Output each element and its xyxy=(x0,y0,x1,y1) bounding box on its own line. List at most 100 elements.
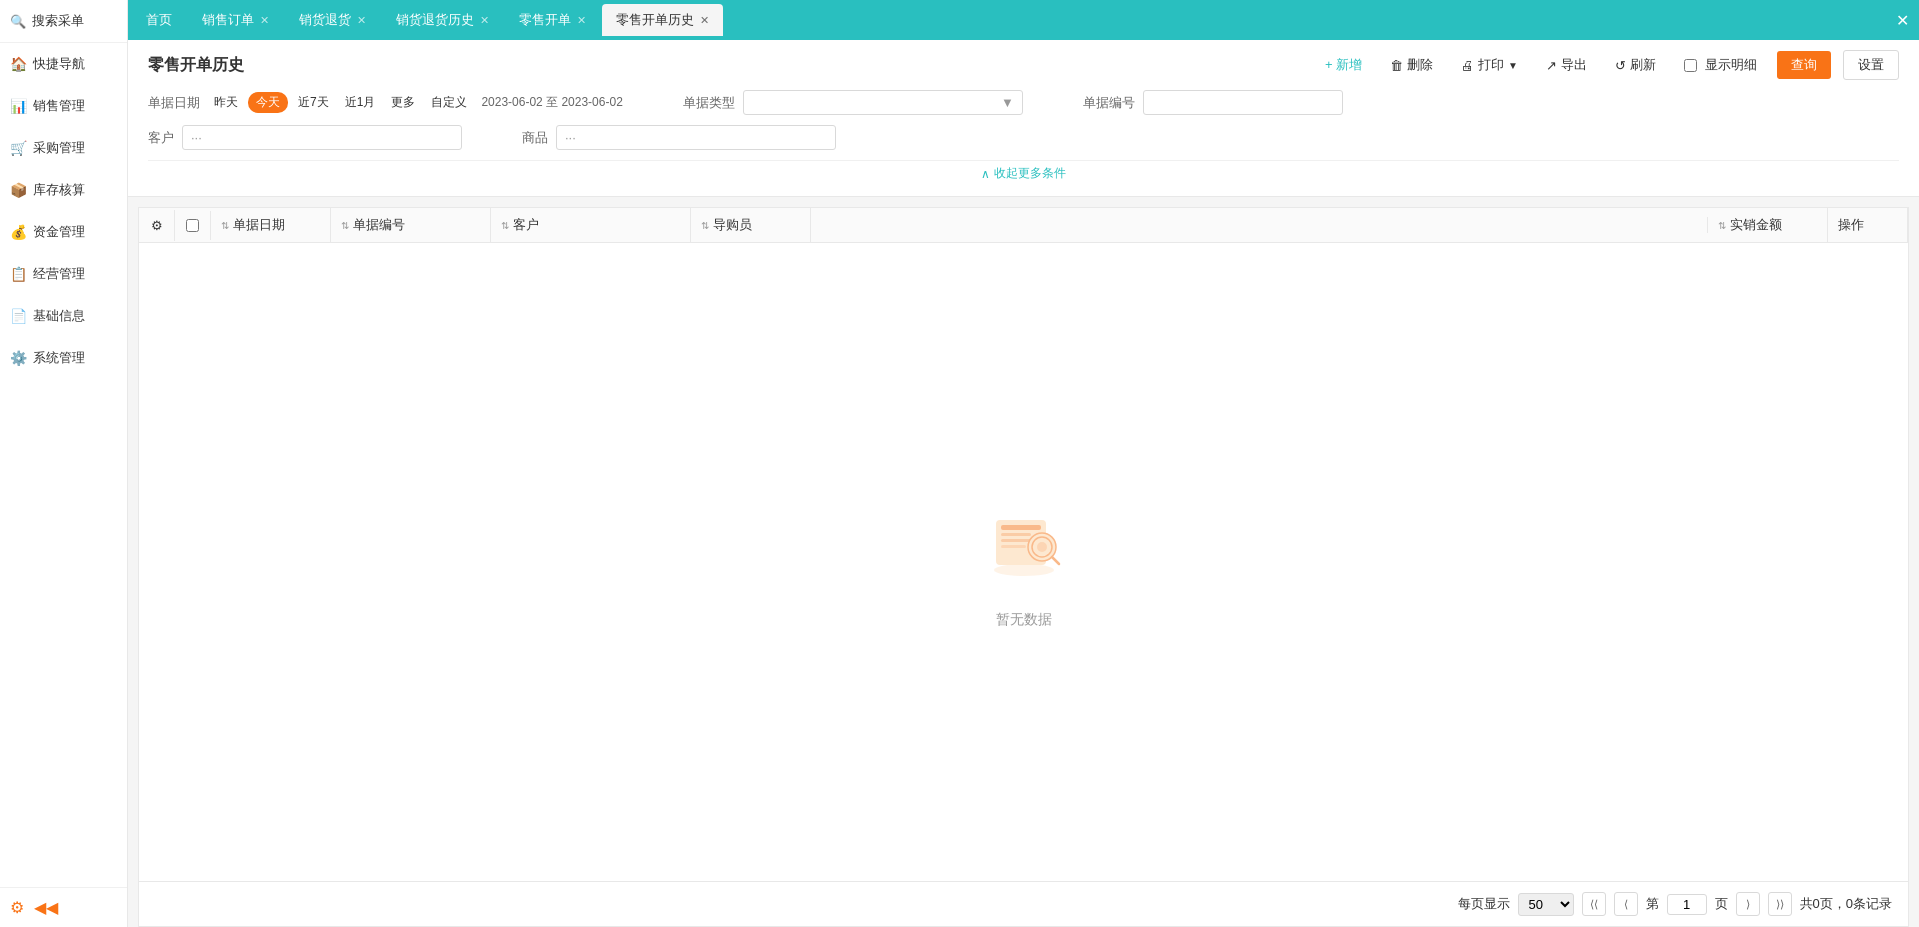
prev-page-btn[interactable]: ⟨ xyxy=(1614,892,1638,916)
sidebar-item-ops-mgmt[interactable]: 📋经营管理 xyxy=(0,253,127,295)
collapse-button[interactable]: ∧ 收起更多条件 xyxy=(981,165,1066,182)
export-button[interactable]: ↗ 导出 xyxy=(1538,52,1595,78)
next-page-btn[interactable]: ⟩ xyxy=(1736,892,1760,916)
collapse-sidebar-icon[interactable]: ◀◀ xyxy=(34,898,58,917)
add-button[interactable]: + 新增 xyxy=(1317,52,1370,78)
sidebar-item-sales-mgmt[interactable]: 📊 销售管理 xyxy=(0,85,127,127)
customer-filter-group: 客户 ··· xyxy=(148,125,462,150)
date-btn-4[interactable]: 更多 xyxy=(385,92,421,113)
query-button[interactable]: 查询 xyxy=(1777,51,1831,79)
sidebar-search[interactable]: 🔍 搜索采单 xyxy=(0,0,127,43)
tab-home[interactable]: 首页 xyxy=(132,4,186,36)
sort-customer-icon[interactable]: ⇅ xyxy=(501,220,509,231)
tab-label-retail-open: 零售开单 xyxy=(519,11,571,29)
customer-label: 客户 xyxy=(148,129,174,147)
main-area: 首页销售订单✕销货退货✕销货退货历史✕零售开单✕零售开单历史✕ ✕ 零售开单历史… xyxy=(128,0,1919,927)
settings-button[interactable]: 设置 xyxy=(1843,50,1899,80)
goods-select[interactable]: ··· xyxy=(556,125,836,150)
per-page-select[interactable]: 50 100 200 xyxy=(1518,893,1574,916)
doc-num-filter-group: 单据编号 xyxy=(1083,90,1343,115)
sidebar-icon-base-info: 📄 xyxy=(10,308,27,324)
svg-rect-2 xyxy=(1001,525,1041,530)
date-btn-3[interactable]: 近1月 xyxy=(339,92,382,113)
tab-label-sales-return-history: 销货退货历史 xyxy=(396,11,474,29)
th-num: ⇅ 单据编号 xyxy=(331,208,491,242)
date-quick-btns: 昨天今天近7天近1月更多自定义 xyxy=(208,92,473,113)
page-num-input[interactable] xyxy=(1667,894,1707,915)
date-btn-1[interactable]: 今天 xyxy=(248,92,288,113)
sidebar-label-ops-mgmt: 经营管理 xyxy=(33,265,85,283)
sidebar-item-quick-nav[interactable]: 🏠快捷导航 xyxy=(0,43,127,85)
doc-type-label: 单据类型 xyxy=(683,94,735,112)
date-range-display: 2023-06-02 至 2023-06-02 xyxy=(481,94,622,111)
display-detail-checkbox[interactable]: 显示明细 xyxy=(1676,52,1765,78)
empty-state: 暂无数据 xyxy=(139,243,1908,881)
doc-num-input[interactable] xyxy=(1143,90,1343,115)
search-icon: 🔍 xyxy=(10,14,26,29)
sidebar-item-purchase-mgmt[interactable]: 🛒采购管理 xyxy=(0,127,127,169)
page-unit: 页 xyxy=(1715,895,1728,913)
sort-date-icon[interactable]: ⇅ xyxy=(221,220,229,231)
delete-button[interactable]: 🗑 删除 xyxy=(1382,52,1441,78)
sidebar-icon-quick-nav: 🏠 xyxy=(10,56,27,72)
tab-close-sales-return[interactable]: ✕ xyxy=(357,14,366,27)
sidebar-item-sys-mgmt[interactable]: ⚙️系统管理 xyxy=(0,337,127,379)
sidebar-icon-sales-mgmt: 📊 xyxy=(10,98,27,114)
th-action-label: 操作 xyxy=(1838,216,1864,234)
page-label: 第 xyxy=(1646,895,1659,913)
th-checkbox[interactable] xyxy=(175,211,211,240)
tab-retail-open-history[interactable]: 零售开单历史✕ xyxy=(602,4,723,36)
tab-label-home: 首页 xyxy=(146,11,172,29)
doc-type-select[interactable]: ▼ xyxy=(743,90,1023,115)
tab-close-sales-order[interactable]: ✕ xyxy=(260,14,269,27)
last-page-btn[interactable]: ⟩⟩ xyxy=(1768,892,1792,916)
sidebar-item-inventory[interactable]: 📦 库存核算 xyxy=(0,169,127,211)
sidebar: 🔍 搜索采单 🏠快捷导航 📊 销售管理 🛒采购管理 📦 库存核算 💰 资金管理 📋经营管理📄基础… xyxy=(0,0,128,927)
tab-close-sales-return-history[interactable]: ✕ xyxy=(480,14,489,27)
tab-retail-open[interactable]: 零售开单 ✕ xyxy=(505,4,600,36)
date-filter-label: 单据日期 xyxy=(148,94,200,112)
tab-label-sales-order: 销售订单 xyxy=(202,11,254,29)
tab-close-retail-open-history[interactable]: ✕ xyxy=(700,14,709,27)
tab-bar: 首页销售订单✕销货退货✕销货退货历史✕零售开单✕零售开单历史✕ ✕ xyxy=(128,0,1919,40)
th-customer: ⇅ 客户 xyxy=(491,208,691,242)
doc-num-label: 单据编号 xyxy=(1083,94,1135,112)
date-btn-2[interactable]: 近7天 xyxy=(292,92,335,113)
select-all-checkbox[interactable] xyxy=(186,219,199,232)
content-area: 零售开单历史 + 新增 🗑 删除 🖨 打印 ▼ ↗ 导出 xyxy=(128,40,1919,927)
settings-bottom-icon[interactable]: ⚙ xyxy=(10,898,24,917)
sidebar-icon-inventory: 📦 xyxy=(10,182,27,198)
svg-rect-5 xyxy=(1001,545,1026,548)
first-page-btn[interactable]: ⟨⟨ xyxy=(1582,892,1606,916)
th-date: ⇅ 单据日期 xyxy=(211,208,331,242)
doc-type-dropdown-icon: ▼ xyxy=(1001,95,1014,110)
tab-sales-order[interactable]: 销售订单 ✕ xyxy=(188,4,283,36)
date-btn-0[interactable]: 昨天 xyxy=(208,92,244,113)
display-detail-check[interactable] xyxy=(1684,59,1697,72)
sidebar-label-finance: 资金管理 xyxy=(33,223,85,241)
sort-guide-icon[interactable]: ⇅ xyxy=(701,220,709,231)
table-header: ⚙ ⇅ 单据日期 ⇅ 单据编号 ⇅ 客户 ⇅ xyxy=(139,208,1908,243)
tab-sales-return-history[interactable]: 销货退货历史 ✕ xyxy=(382,4,503,36)
sidebar-label-sales-mgmt: 销售管理 xyxy=(33,97,85,115)
sidebar-item-finance[interactable]: 💰 资金管理 xyxy=(0,211,127,253)
sidebar-search-label: 搜索采单 xyxy=(32,12,84,30)
th-guide: ⇅ 导购员 xyxy=(691,208,811,242)
close-all-tabs-icon[interactable]: ✕ xyxy=(1896,11,1909,30)
sidebar-label-inventory: 库存核算 xyxy=(33,181,85,199)
date-btn-5[interactable]: 自定义 xyxy=(425,92,473,113)
sort-amount-icon[interactable]: ⇅ xyxy=(1718,220,1726,231)
svg-point-0 xyxy=(994,564,1054,576)
sidebar-icon-finance: 💰 xyxy=(10,224,27,240)
th-amount-label: 实销金额 xyxy=(1730,216,1782,234)
refresh-button[interactable]: ↺ 刷新 xyxy=(1607,52,1664,78)
svg-rect-3 xyxy=(1001,533,1031,536)
tab-close-retail-open[interactable]: ✕ xyxy=(577,14,586,27)
sort-num-icon[interactable]: ⇅ xyxy=(341,220,349,231)
th-settings[interactable]: ⚙ xyxy=(139,210,175,241)
sidebar-item-base-info[interactable]: 📄基础信息 xyxy=(0,295,127,337)
print-button[interactable]: 🖨 打印 ▼ xyxy=(1453,52,1526,78)
tab-sales-return[interactable]: 销货退货✕ xyxy=(285,4,380,36)
customer-select[interactable]: ··· xyxy=(182,125,462,150)
settings-col-icon: ⚙ xyxy=(151,218,163,233)
